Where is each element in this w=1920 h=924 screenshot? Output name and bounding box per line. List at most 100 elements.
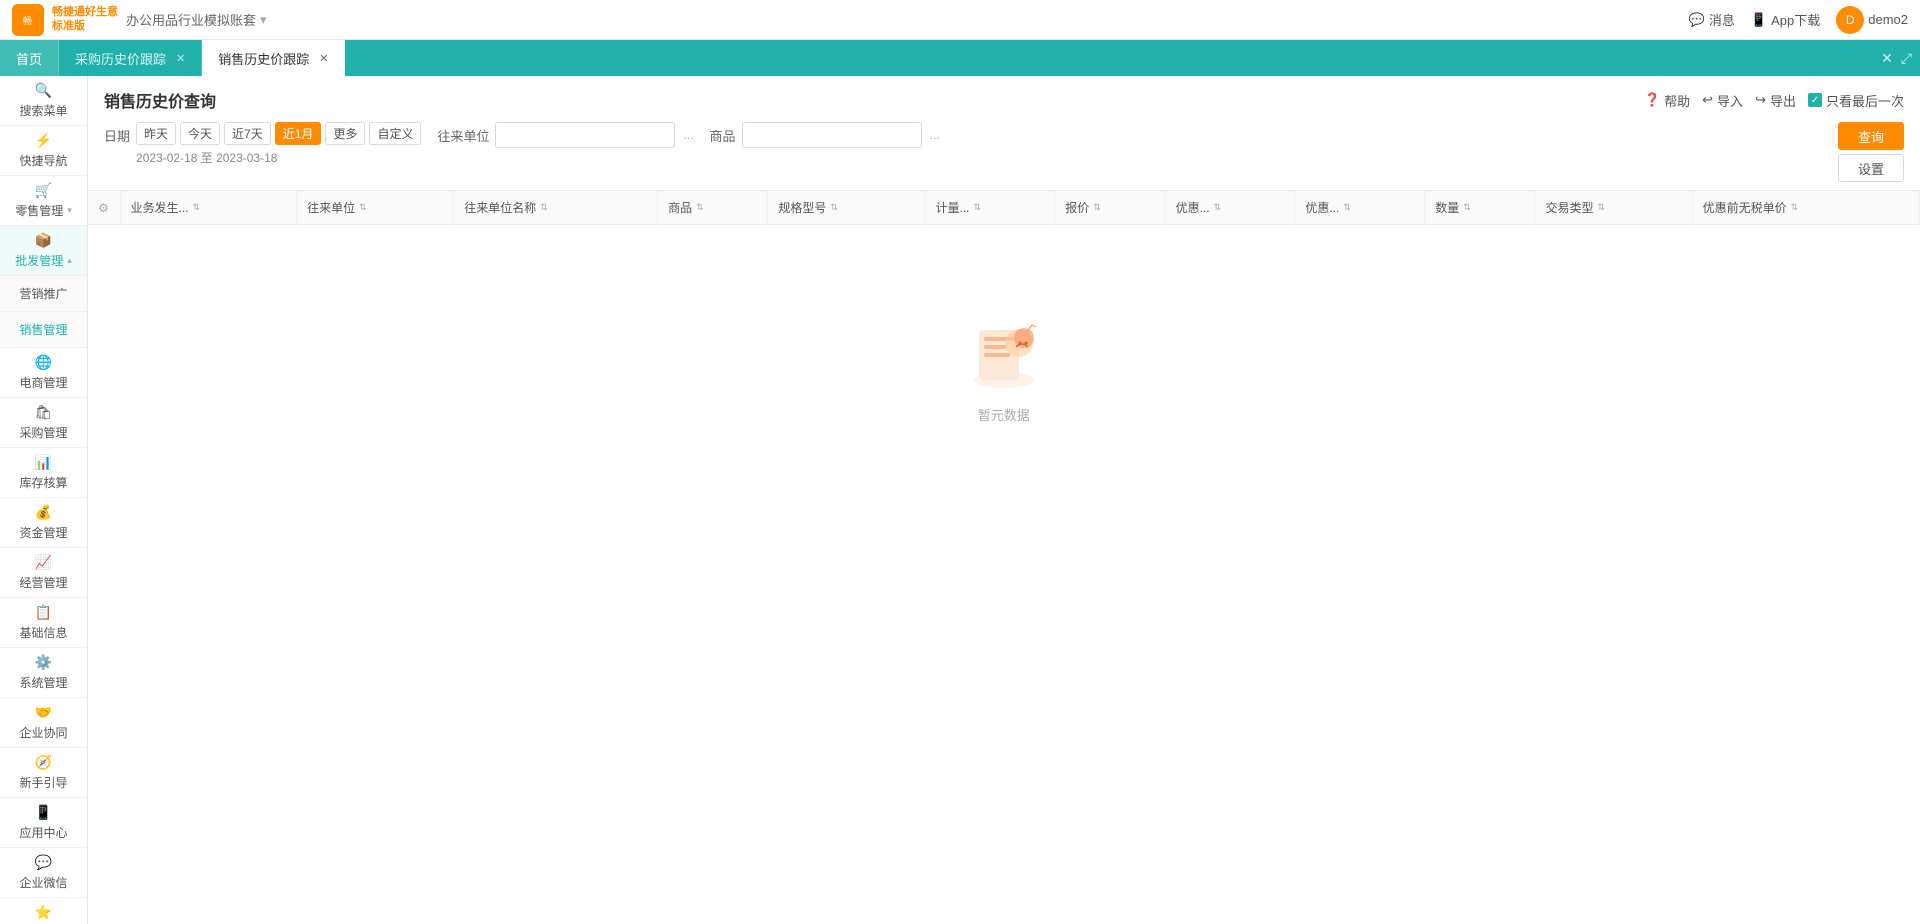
table-container: ⚙ 业务发生...⇅ 往来单位⇅ 往来单位名称⇅ 商品⇅ (88, 191, 1920, 924)
date-btn-more[interactable]: 更多 (325, 122, 365, 145)
guide-icon: 🧭 (35, 754, 52, 771)
sidebar-item-purchase[interactable]: 🛍 采购管理 (0, 398, 87, 448)
sidebar-item-sys-mgmt[interactable]: ⚙️ 系统管理 (0, 648, 87, 698)
breadcrumb: 办公用品行业模拟账套 ▾ (126, 10, 267, 29)
table-col-from-unit[interactable]: 往来单位⇅ (297, 191, 454, 225)
sidebar-item-quick-nav[interactable]: ⚡ 快捷导航 (0, 126, 87, 176)
tab-sales-history-close[interactable]: ✕ (319, 52, 328, 65)
sidebar-item-finance[interactable]: 💰 资金管理 (0, 498, 87, 548)
empty-text: 暂元数据 (978, 405, 1030, 424)
close-all-tabs-btn[interactable]: ✕ (1881, 50, 1893, 67)
basic-info-icon: 📋 (35, 604, 52, 621)
table-col-from-unit-name[interactable]: 往来单位名称⇅ (454, 191, 658, 225)
sidebar-item-wholesale-mgmt[interactable]: 📦 批发管理▴ (0, 226, 87, 276)
table-header: ⚙ 业务发生...⇅ 往来单位⇅ 往来单位名称⇅ 商品⇅ (88, 191, 1920, 225)
sidebar-item-ops[interactable]: 📈 经营管理 (0, 548, 87, 598)
sidebar-item-vip[interactable]: ⭐ 畅会员 (0, 898, 87, 924)
date-filter-btn-row: 昨天 今天 近7天 近1月 更多 自定义 (136, 122, 421, 145)
date-btn-custom[interactable]: 自定义 (369, 122, 421, 145)
message-btn[interactable]: 💬 消息 (1689, 10, 1735, 29)
tab-purchase-history[interactable]: 采购历史价跟踪 ✕ (59, 40, 202, 76)
table-col-settings: ⚙ (88, 191, 120, 225)
ops-icon: 📈 (35, 554, 52, 571)
collab-icon: 🤝 (35, 704, 52, 721)
table-col-trade-type[interactable]: 交易类型⇅ (1535, 191, 1692, 225)
from-unit-filter-group: 往来单位 ... (437, 122, 693, 148)
help-icon: ❓ (1644, 92, 1660, 108)
table-col-product[interactable]: 商品⇅ (658, 191, 768, 225)
sidebar-item-sales-mgmt[interactable]: 销售管理 (0, 312, 87, 348)
date-btn-7days[interactable]: 近7天 (224, 122, 271, 145)
table-col-discount2[interactable]: 优惠...⇅ (1295, 191, 1425, 225)
date-filter-label: 日期 (104, 122, 130, 145)
purchase-icon: 🛍 (35, 404, 53, 421)
retail-icon: 🛒 (35, 182, 52, 199)
sidebar-item-inventory[interactable]: 📊 库存核算 (0, 448, 87, 498)
from-unit-input[interactable] (495, 122, 675, 148)
content-area: 销售历史价查询 ❓ 帮助 ↩ 导入 ↪ 导出 ✓ (88, 76, 1920, 924)
sidebar-item-enterprise-collab[interactable]: 🤝 企业协同 (0, 698, 87, 748)
sidebar-item-new-guide[interactable]: 🧭 新手引导 (0, 748, 87, 798)
table-col-spec[interactable]: 规格型号⇅ (768, 191, 925, 225)
date-btn-yesterday[interactable]: 昨天 (136, 122, 176, 145)
product-filter-group: 商品 ... (709, 122, 939, 148)
sidebar-item-enterprise-wechat[interactable]: 💬 企业微信 (0, 848, 87, 898)
table-col-biz-date[interactable]: 业务发生...⇅ (120, 191, 297, 225)
table-col-pre-tax-price[interactable]: 优惠前无税单价⇅ (1692, 191, 1919, 225)
wechat-icon: 💬 (35, 854, 52, 871)
logo-icon: 畅 (12, 4, 44, 36)
svg-text:畅: 畅 (23, 15, 32, 26)
download-icon: 📱 (1751, 12, 1767, 28)
export-icon: ↪ (1755, 92, 1766, 108)
import-btn[interactable]: ↩ 导入 (1702, 91, 1743, 110)
help-btn[interactable]: ❓ 帮助 (1644, 91, 1690, 110)
page-title: 销售历史价查询 (104, 88, 216, 112)
only-last-checkbox[interactable]: ✓ (1808, 93, 1822, 107)
sidebar-item-ecommerce[interactable]: 🌐 电商管理 (0, 348, 87, 398)
top-bar: 畅 畅捷通好生意 标准版 办公用品行业模拟账套 ▾ 💬 消息 📱 App下载 D… (0, 0, 1920, 40)
user-avatar-area[interactable]: D demo2 (1836, 6, 1908, 34)
empty-state: 暂元数据 (88, 225, 1920, 504)
settings-button[interactable]: 设置 (1838, 154, 1904, 182)
filter-action-btns: 查询 设置 (1838, 122, 1904, 182)
from-unit-dots: ... (683, 128, 693, 142)
page-title-row: 销售历史价查询 ❓ 帮助 ↩ 导入 ↪ 导出 ✓ (104, 88, 1904, 112)
tab-purchase-history-close[interactable]: ✕ (176, 52, 185, 65)
export-btn[interactable]: ↪ 导出 (1755, 91, 1796, 110)
ecommerce-icon: 🌐 (35, 354, 52, 371)
breadcrumb-arrow: ▾ (260, 12, 267, 28)
empty-illustration (954, 305, 1054, 405)
quick-nav-icon: ⚡ (35, 132, 52, 149)
inventory-icon: 📊 (35, 454, 52, 471)
tab-sales-history[interactable]: 销售历史价跟踪 ✕ (202, 40, 345, 76)
date-btn-today[interactable]: 今天 (180, 122, 220, 145)
product-input[interactable] (742, 122, 922, 148)
table-col-discount1[interactable]: 优惠...⇅ (1165, 191, 1295, 225)
date-btn-1month[interactable]: 近1月 (275, 122, 322, 145)
logo-text: 畅捷通好生意 标准版 (52, 6, 118, 32)
finance-icon: 💰 (35, 504, 52, 521)
table-col-unit[interactable]: 计量...⇅ (925, 191, 1055, 225)
filter-row: 日期 昨天 今天 近7天 近1月 更多 自定义 2023-02-18 至 202… (104, 122, 1904, 182)
page-header: 销售历史价查询 ❓ 帮助 ↩ 导入 ↪ 导出 ✓ (88, 76, 1920, 191)
table-col-quantity[interactable]: 数量⇅ (1425, 191, 1535, 225)
table-col-quote[interactable]: 报价⇅ (1055, 191, 1165, 225)
query-button[interactable]: 查询 (1838, 122, 1904, 150)
top-bar-left: 畅 畅捷通好生意 标准版 办公用品行业模拟账套 ▾ (12, 4, 267, 36)
vip-icon: ⭐ (35, 904, 52, 921)
sidebar-item-search-menu[interactable]: 🔍 搜索菜单 (0, 76, 87, 126)
col-settings-icon[interactable]: ⚙ (98, 201, 109, 215)
import-icon: ↩ (1702, 92, 1713, 108)
sidebar-item-retail-mgmt[interactable]: 🛒 零售管理▾ (0, 176, 87, 226)
maximize-btn[interactable]: ⤢ (1901, 50, 1912, 67)
tab-home[interactable]: 首页 (0, 40, 59, 76)
date-filter-buttons: 昨天 今天 近7天 近1月 更多 自定义 2023-02-18 至 2023-0… (136, 122, 421, 166)
sidebar-item-marketing[interactable]: 营销推广 (0, 276, 87, 312)
sidebar-item-app-center[interactable]: 📱 应用中心 (0, 798, 87, 848)
main-layout: 🔍 搜索菜单 ⚡ 快捷导航 🛒 零售管理▾ 📦 批发管理▴ 营销推广 销售管理 … (0, 76, 1920, 924)
tab-bar: 首页 采购历史价跟踪 ✕ 销售历史价跟踪 ✕ ✕ ⤢ (0, 40, 1920, 76)
only-last-checkbox-label[interactable]: ✓ 只看最后一次 (1808, 91, 1904, 110)
app-download-btn[interactable]: 📱 App下载 (1751, 10, 1820, 29)
sidebar-item-basic-info[interactable]: 📋 基础信息 (0, 598, 87, 648)
sys-icon: ⚙️ (35, 654, 52, 671)
